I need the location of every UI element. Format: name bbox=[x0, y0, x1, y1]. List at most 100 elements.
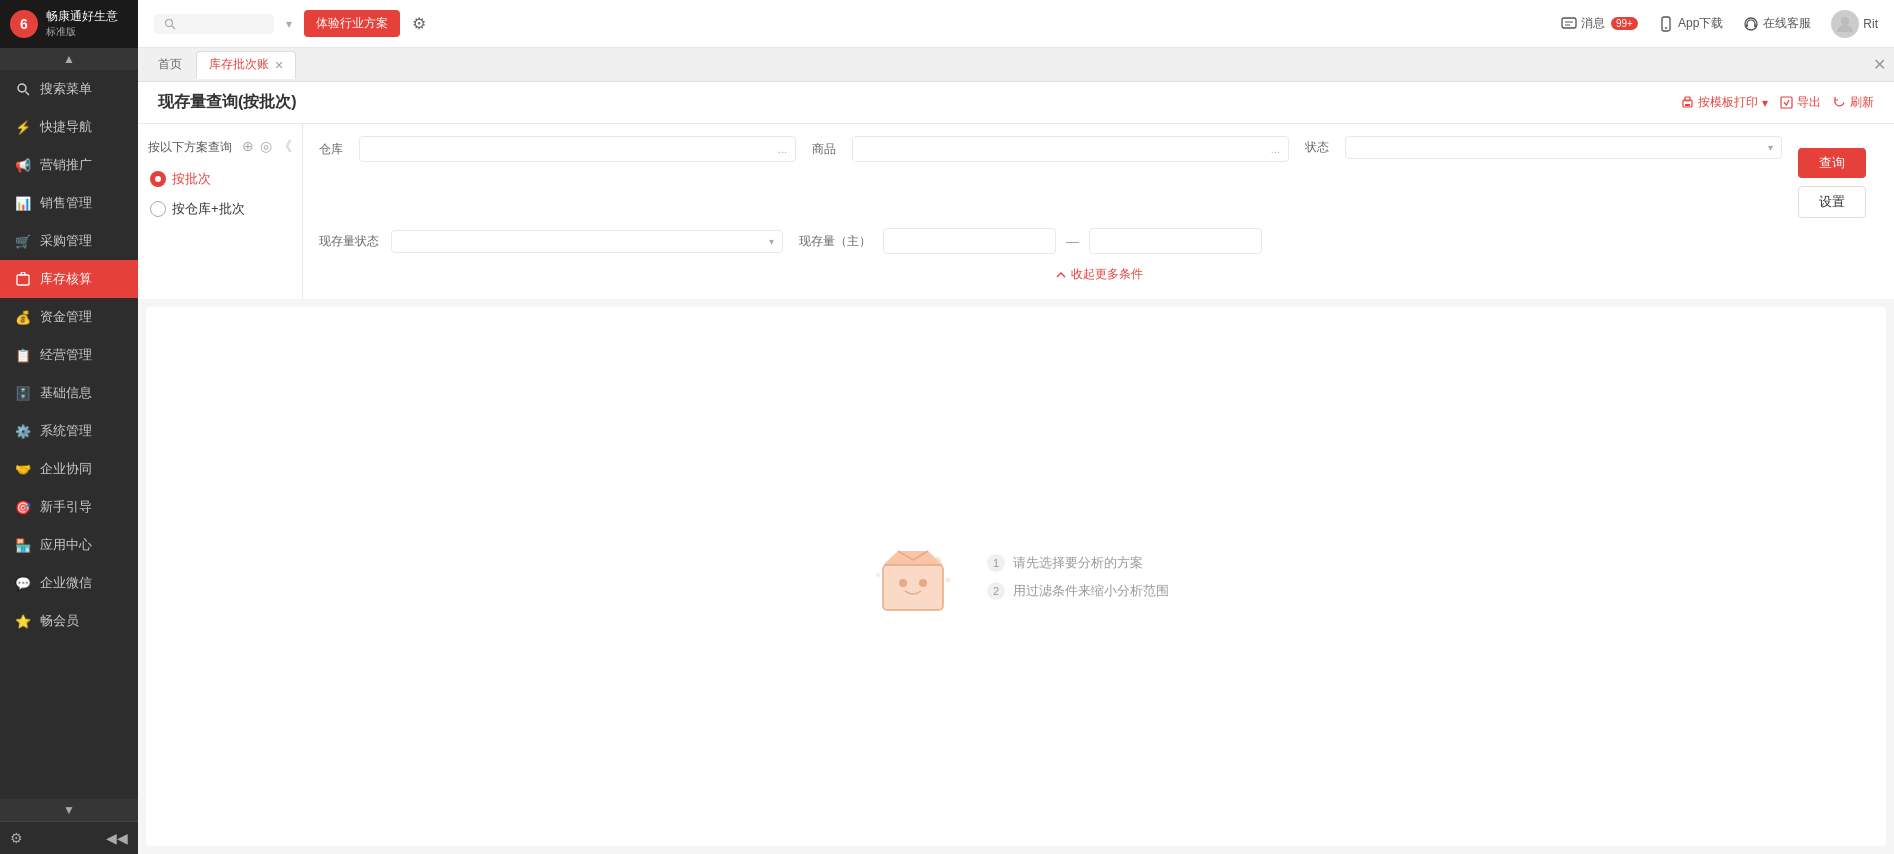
manage-scheme-icon[interactable]: ◎ bbox=[260, 138, 272, 156]
empty-tip-2: 2 用过滤条件来缩小分析范围 bbox=[987, 582, 1169, 600]
sidebar-item-appstore[interactable]: 🏪 应用中心 bbox=[0, 526, 138, 564]
sidebar-label-system: 系统管理 bbox=[40, 422, 92, 440]
sidebar-item-sales[interactable]: 📊 销售管理 bbox=[0, 184, 138, 222]
sidebar-label-search: 搜索菜单 bbox=[40, 80, 92, 98]
sidebar-item-purchase[interactable]: 🛒 采购管理 bbox=[0, 222, 138, 260]
svg-rect-14 bbox=[1685, 104, 1690, 106]
online-service-btn[interactable]: 在线客服 bbox=[1743, 15, 1811, 32]
filter-option-warehouse-batch[interactable]: 按仓库+批次 bbox=[138, 194, 302, 224]
app-download-btn[interactable]: App下载 bbox=[1658, 15, 1723, 32]
topbar-dropdown-arrow[interactable]: ▾ bbox=[286, 17, 292, 31]
topbar: ▾ 体验行业方案 ⚙ 消息 99+ App下载 在线客服 Rit bbox=[138, 0, 1894, 48]
collapse-filter-icon[interactable]: 《 bbox=[278, 138, 292, 156]
stock-status-field: 现存量状态 ▾ bbox=[319, 230, 783, 253]
stock-qty-max-input[interactable] bbox=[1089, 228, 1262, 254]
collapse-icon bbox=[1055, 269, 1067, 281]
status-label: 状态 bbox=[1305, 139, 1333, 156]
sidebar-item-system[interactable]: ⚙️ 系统管理 bbox=[0, 412, 138, 450]
product-field: 商品 ... bbox=[812, 136, 1289, 162]
messages-btn[interactable]: 消息 99+ bbox=[1561, 15, 1638, 32]
stock-qty-min-input[interactable] bbox=[883, 228, 1056, 254]
sidebar-item-quicknav[interactable]: ⚡ 快捷导航 bbox=[0, 108, 138, 146]
gear-icon[interactable]: ⚙ bbox=[412, 14, 426, 33]
experience-btn[interactable]: 体验行业方案 bbox=[304, 10, 400, 37]
sidebar-scroll-down[interactable]: ▼ bbox=[0, 799, 138, 821]
sidebar-item-inventory[interactable]: 库存核算 bbox=[0, 260, 138, 298]
svg-point-23 bbox=[946, 578, 951, 583]
status-field: 状态 ▾ bbox=[1305, 136, 1782, 159]
svg-rect-17 bbox=[883, 565, 943, 610]
collapse-more-row: 收起更多条件 bbox=[319, 262, 1878, 287]
settings-btn[interactable]: 设置 bbox=[1798, 186, 1866, 218]
warehouse-more-btn[interactable]: ... bbox=[770, 143, 795, 155]
finance-icon: 💰 bbox=[14, 308, 32, 326]
topbar-left: ▾ 体验行业方案 ⚙ bbox=[154, 10, 426, 37]
sidebar-item-enterprise[interactable]: 🤝 企业协同 bbox=[0, 450, 138, 488]
add-scheme-icon[interactable]: ⊕ bbox=[242, 138, 254, 156]
collapse-icon[interactable]: ◀◀ bbox=[106, 830, 128, 846]
stock-status-label: 现存量状态 bbox=[319, 233, 379, 250]
export-icon bbox=[1780, 96, 1793, 109]
sidebar-label-business: 经营管理 bbox=[40, 346, 92, 364]
sidebar-scroll-up[interactable]: ▲ bbox=[0, 48, 138, 70]
warehouse-field: 仓库 ... bbox=[319, 136, 796, 162]
sidebar-item-newbie[interactable]: 🎯 新手引导 bbox=[0, 488, 138, 526]
warehouse-input[interactable] bbox=[360, 137, 770, 161]
tab-inventory-batch[interactable]: 库存批次账 × bbox=[196, 51, 296, 79]
warehouse-input-wrap[interactable]: ... bbox=[359, 136, 796, 162]
svg-rect-9 bbox=[1746, 24, 1748, 27]
tip-1-num: 1 bbox=[987, 554, 1005, 572]
sidebar-item-marketing[interactable]: 📢 营销推广 bbox=[0, 146, 138, 184]
tabs-bar: 首页 库存批次账 × ✕ bbox=[138, 48, 1894, 82]
refresh-btn[interactable]: 刷新 bbox=[1833, 94, 1874, 111]
search-icon bbox=[14, 80, 32, 98]
status-select[interactable]: ▾ bbox=[1345, 136, 1782, 159]
settings-icon[interactable]: ⚙ bbox=[10, 830, 23, 846]
sidebar-item-search[interactable]: 搜索菜单 bbox=[0, 70, 138, 108]
svg-line-1 bbox=[26, 92, 30, 96]
empty-tip-1: 1 请先选择要分析的方案 bbox=[987, 554, 1169, 572]
member-icon: ⭐ bbox=[14, 612, 32, 630]
sidebar-label-marketing: 营销推广 bbox=[40, 156, 92, 174]
product-input[interactable] bbox=[853, 137, 1263, 161]
export-btn[interactable]: 导出 bbox=[1780, 94, 1821, 111]
tab-home[interactable]: 首页 bbox=[146, 51, 194, 79]
stock-qty-dash: — bbox=[1062, 234, 1083, 249]
appstore-icon: 🏪 bbox=[14, 536, 32, 554]
product-more-btn[interactable]: ... bbox=[1263, 143, 1288, 155]
page-header: 现存量查询(按批次) 按模板打印 ▾ 导出 刷新 bbox=[138, 82, 1894, 124]
sidebar-item-wechat[interactable]: 💬 企业微信 bbox=[0, 564, 138, 602]
filter-panel: 按以下方案查询 ⊕ ◎ 《 按批次 按仓库+批次 bbox=[138, 124, 1894, 299]
svg-point-0 bbox=[18, 84, 26, 92]
tabs-close-all-btn[interactable]: ✕ bbox=[1873, 55, 1886, 74]
user-avatar bbox=[1831, 10, 1859, 38]
product-input-wrap[interactable]: ... bbox=[852, 136, 1289, 162]
sidebar-item-member[interactable]: ⭐ 畅会员 bbox=[0, 602, 138, 640]
svg-point-20 bbox=[919, 579, 927, 587]
empty-state: 1 请先选择要分析的方案 2 用过滤条件来缩小分析范围 bbox=[146, 307, 1886, 846]
messages-badge: 99+ bbox=[1611, 17, 1638, 30]
collapse-more-btn[interactable]: 收起更多条件 bbox=[1055, 266, 1143, 283]
sidebar-footer: ⚙ ◀◀ bbox=[0, 821, 138, 854]
menu-search-box[interactable] bbox=[154, 14, 274, 34]
user-avatar-area[interactable]: Rit bbox=[1831, 10, 1878, 38]
tip-1-text: 请先选择要分析的方案 bbox=[1013, 554, 1143, 572]
tab-close-btn[interactable]: × bbox=[275, 58, 283, 72]
sidebar-item-business[interactable]: 📋 经营管理 bbox=[0, 336, 138, 374]
print-btn[interactable]: 按模板打印 ▾ bbox=[1681, 94, 1768, 111]
action-buttons: 查询 设置 bbox=[1798, 136, 1878, 218]
sidebar-item-base[interactable]: 🗄️ 基础信息 bbox=[0, 374, 138, 412]
query-btn[interactable]: 查询 bbox=[1798, 148, 1866, 178]
filter-option-batch[interactable]: 按批次 bbox=[138, 164, 302, 194]
sidebar-item-finance[interactable]: 💰 资金管理 bbox=[0, 298, 138, 336]
product-label: 商品 bbox=[812, 141, 840, 158]
sidebar: 6 畅康通好生意 标准版 ▲ 搜索菜单 ⚡ 快捷导航 📢 营销推广 📊 销售管理 bbox=[0, 0, 138, 854]
base-icon: 🗄️ bbox=[14, 384, 32, 402]
svg-rect-5 bbox=[1562, 18, 1576, 28]
sidebar-label-purchase: 采购管理 bbox=[40, 232, 92, 250]
sidebar-label-base: 基础信息 bbox=[40, 384, 92, 402]
stock-status-select[interactable]: ▾ bbox=[391, 230, 783, 253]
sidebar-label-finance: 资金管理 bbox=[40, 308, 92, 326]
app-logo: 6 bbox=[10, 10, 38, 38]
app-title: 畅康通好生意 bbox=[46, 9, 118, 25]
